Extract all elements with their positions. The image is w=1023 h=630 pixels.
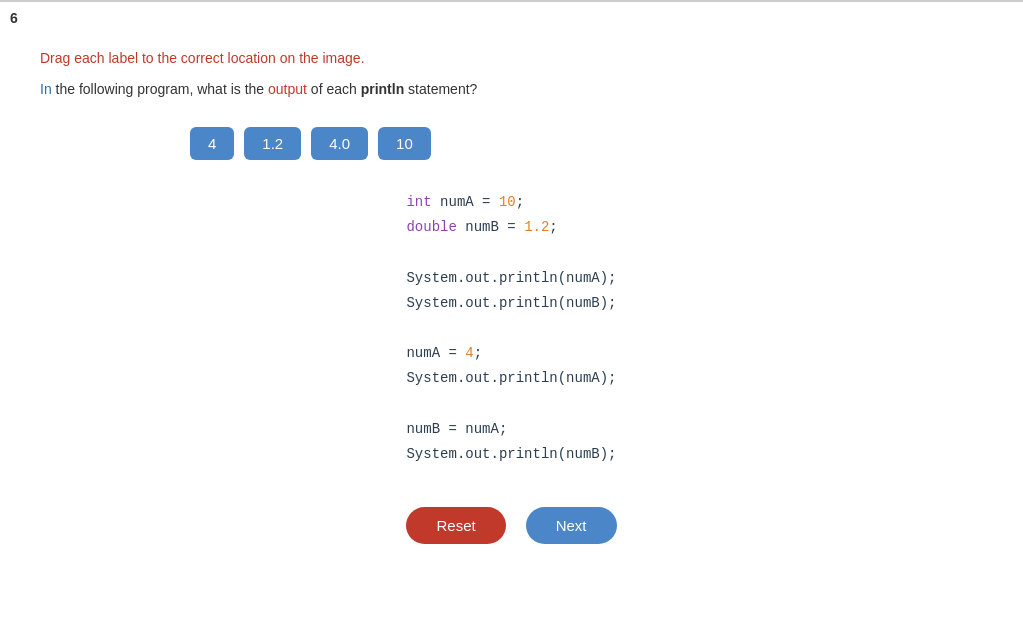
question-end: statement? [404,81,477,97]
code-line-2: double numB = 1.2; [406,215,616,240]
question-after: of each [307,81,361,97]
reset-button[interactable]: Reset [406,507,505,544]
question-text: In the following program, what is the ou… [40,81,983,97]
label-chip-4[interactable]: 4 [190,127,234,160]
question-number: 6 [10,10,18,26]
next-button[interactable]: Next [526,507,617,544]
code-line-8: System.out.println(numA); [406,366,616,391]
output-label: output [268,81,307,97]
code-line-1: int numA = 10; [406,190,616,215]
label-chip-4-0[interactable]: 4.0 [311,127,368,160]
code-line-11: System.out.println(numB); [406,442,616,467]
code-line-5: System.out.println(numB); [406,291,616,316]
code-line-4: System.out.println(numA); [406,266,616,291]
instruction-text: Drag each label to the correct location … [40,50,983,66]
question-middle: the following program, what is the [52,81,268,97]
buttons-area: Reset Next [40,507,983,544]
label-chip-1-2[interactable]: 1.2 [244,127,301,160]
label-chip-10[interactable]: 10 [378,127,431,160]
println-label: println [361,81,405,97]
code-line-blank-3 [406,392,616,417]
code-line-7: numA = 4; [406,341,616,366]
code-line-10: numB = numA; [406,417,616,442]
labels-container: 4 1.2 4.0 10 [40,127,983,160]
code-area: int numA = 10; double numB = 1.2; System… [40,190,983,467]
code-line-blank-1 [406,240,616,265]
code-line-blank-2 [406,316,616,341]
code-block: int numA = 10; double numB = 1.2; System… [406,190,616,467]
in-label: In [40,81,52,97]
